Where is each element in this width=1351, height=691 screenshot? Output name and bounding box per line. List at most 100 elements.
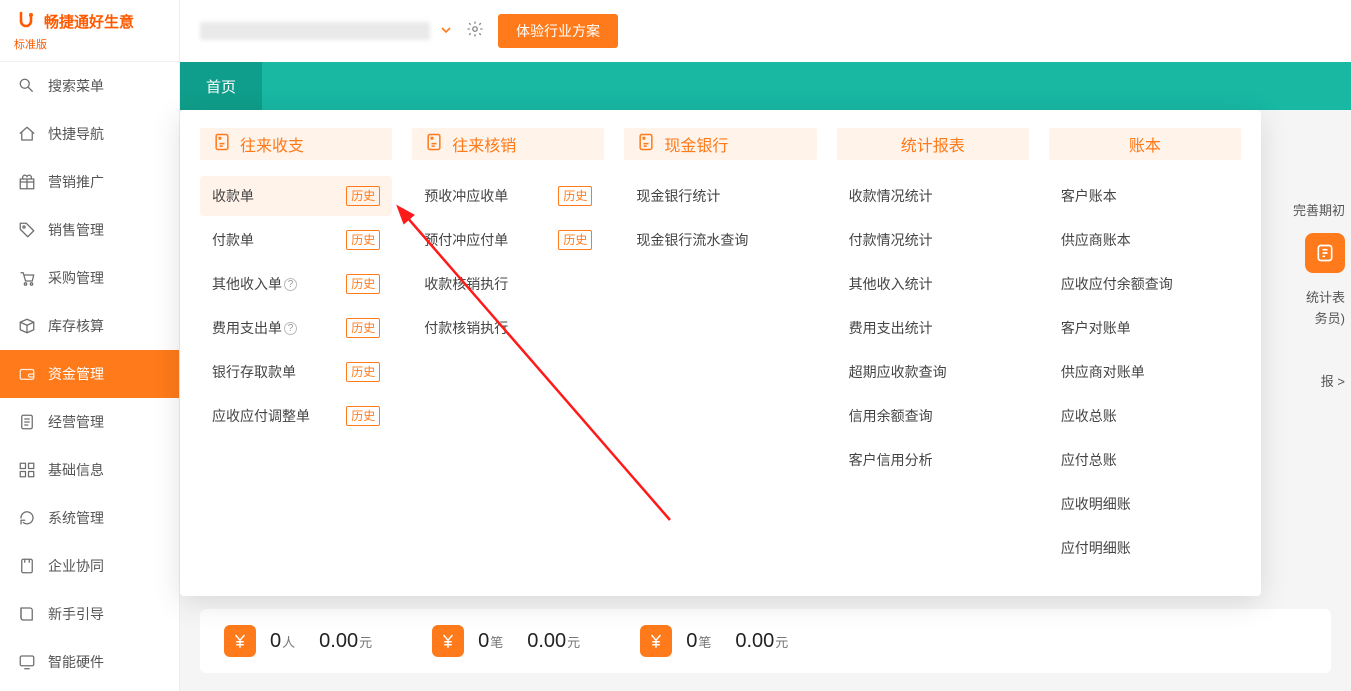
sidebar-item-quicknav[interactable]: 快捷导航 — [0, 110, 179, 158]
gift-icon — [18, 173, 36, 191]
stat-amount: 0.00元 — [319, 630, 372, 653]
peek-text: 完善期初 — [1293, 200, 1345, 219]
help-icon[interactable]: ? — [284, 322, 297, 335]
menu-item[interactable]: 供应商对账单 — [1049, 352, 1241, 392]
menu-item[interactable]: 费用支出单? 历史 — [200, 308, 392, 348]
doc-icon — [424, 132, 444, 157]
menu-item-label: 付款情况统计 — [849, 230, 933, 250]
menu-item-label: 收款核销执行 — [424, 274, 508, 294]
sidebar-item-fund[interactable]: 资金管理 — [0, 350, 179, 398]
menu-item[interactable]: 现金银行流水查询 — [624, 220, 816, 260]
history-tag[interactable]: 历史 — [346, 362, 380, 382]
menu-item[interactable]: 客户信用分析 — [837, 440, 1029, 480]
sidebar-item-search[interactable]: 搜索菜单 — [0, 62, 179, 110]
menu-item[interactable]: 应付明细账 — [1049, 528, 1241, 568]
brand-block: 畅捷通好生意 标准版 — [0, 0, 179, 62]
menu-item-label: 费用支出统计 — [849, 318, 933, 338]
stat-card: 0人0.00元 — [224, 625, 372, 657]
menu-item[interactable]: 其他收入统计 — [837, 264, 1029, 304]
menu-item-label: 应付总账 — [1061, 450, 1117, 470]
flyout-col-header: 统计报表 — [837, 128, 1029, 160]
brand-logo-icon — [14, 10, 38, 34]
menu-item-label: 费用支出单 — [212, 318, 282, 338]
tab-strip: 首页 — [180, 62, 1351, 110]
menu-item[interactable]: 收款核销执行 — [412, 264, 604, 304]
sidebar: 畅捷通好生意 标准版 搜索菜单快捷导航营销推广销售管理采购管理库存核算资金管理经… — [0, 0, 180, 691]
sidebar-item-sales[interactable]: 销售管理 — [0, 206, 179, 254]
flyout-col-header: 往来收支 — [200, 128, 392, 160]
tag-icon — [18, 221, 36, 239]
menu-item[interactable]: 应收应付调整单历史 — [200, 396, 392, 436]
menu-item-label: 收款单 — [212, 186, 254, 206]
report-icon[interactable] — [1305, 233, 1345, 273]
menu-item[interactable]: 付款核销执行 — [412, 308, 604, 348]
peek-text: 务员) — [1315, 308, 1345, 327]
stat-count: 0笔 — [478, 630, 503, 653]
history-tag[interactable]: 历史 — [346, 230, 380, 250]
search-icon — [18, 77, 36, 95]
wallet-icon — [18, 365, 36, 383]
menu-item-label: 信用余额查询 — [849, 406, 933, 426]
menu-item[interactable]: 应付总账 — [1049, 440, 1241, 480]
sidebar-item-coop[interactable]: 企业协同 — [0, 542, 179, 590]
sidebar-item-label: 智能硬件 — [48, 652, 104, 672]
sidebar-item-biz[interactable]: 经营管理 — [0, 398, 179, 446]
yuan-icon — [640, 625, 672, 657]
flyout-col: 往来核销预收冲应收单历史预付冲应付单历史收款核销执行付款核销执行 — [402, 128, 614, 568]
sidebar-item-hw[interactable]: 智能硬件 — [0, 638, 179, 686]
box-icon — [18, 317, 36, 335]
sidebar-item-promo[interactable]: 营销推广 — [0, 158, 179, 206]
menu-item[interactable]: 供应商账本 — [1049, 220, 1241, 260]
flyout-col-header: 账本 — [1049, 128, 1241, 160]
menu-item[interactable]: 预付冲应付单历史 — [412, 220, 604, 260]
history-tag[interactable]: 历史 — [346, 186, 380, 206]
history-tag[interactable]: 历史 — [346, 274, 380, 294]
gear-icon[interactable] — [466, 20, 484, 43]
help-icon[interactable]: ? — [284, 278, 297, 291]
flyout-col-header: 现金银行 — [624, 128, 816, 160]
peek-text[interactable]: 报 > — [1321, 371, 1345, 390]
stat-amount: 0.00元 — [735, 630, 788, 653]
menu-item[interactable]: 应收总账 — [1049, 396, 1241, 436]
tab-home[interactable]: 首页 — [180, 62, 262, 110]
history-tag[interactable]: 历史 — [346, 318, 380, 338]
menu-item[interactable]: 银行存取款单 历史 — [200, 352, 392, 392]
sidebar-item-guide[interactable]: 新手引导 — [0, 590, 179, 638]
menu-item[interactable]: 现金银行统计 — [624, 176, 816, 216]
sidebar-item-label: 资金管理 — [48, 364, 104, 384]
menu-item[interactable]: 收款单 历史 — [200, 176, 392, 216]
menu-item[interactable]: 信用余额查询 — [837, 396, 1029, 436]
sidebar-item-purchase[interactable]: 采购管理 — [0, 254, 179, 302]
menu-item-label: 客户账本 — [1061, 186, 1117, 206]
menu-item[interactable]: 其他收入单?历史 — [200, 264, 392, 304]
industry-plan-button[interactable]: 体验行业方案 — [498, 14, 618, 48]
history-tag[interactable]: 历史 — [346, 406, 380, 426]
history-tag[interactable]: 历史 — [558, 186, 592, 206]
menu-item[interactable]: 收款情况统计 — [837, 176, 1029, 216]
menu-item-label: 收款情况统计 — [849, 186, 933, 206]
tenant-switcher[interactable] — [200, 22, 452, 40]
menu-item-label: 应收应付余额查询 — [1061, 274, 1173, 294]
brand-name: 畅捷通好生意 — [44, 11, 134, 32]
brand-edition: 标准版 — [14, 36, 165, 52]
sidebar-item-sys[interactable]: 系统管理 — [0, 494, 179, 542]
menu-item[interactable]: 应收明细账 — [1049, 484, 1241, 524]
sidebar-item-stock[interactable]: 库存核算 — [0, 302, 179, 350]
menu-item-label: 供应商账本 — [1061, 230, 1131, 250]
menu-item-label: 银行存取款单 — [212, 362, 296, 382]
menu-item[interactable]: 应收应付余额查询 — [1049, 264, 1241, 304]
history-tag[interactable]: 历史 — [558, 230, 592, 250]
menu-item[interactable]: 付款情况统计 — [837, 220, 1029, 260]
note-icon — [18, 557, 36, 575]
menu-item[interactable]: 客户账本 — [1049, 176, 1241, 216]
menu-item[interactable]: 客户对账单 — [1049, 308, 1241, 348]
menu-item[interactable]: 付款单历史 — [200, 220, 392, 260]
menu-item[interactable]: 费用支出统计 — [837, 308, 1029, 348]
menu-item[interactable]: 超期应收款查询 — [837, 352, 1029, 392]
menu-item[interactable]: 预收冲应收单历史 — [412, 176, 604, 216]
menu-item-label: 应收总账 — [1061, 406, 1117, 426]
menu-item-label: 应收明细账 — [1061, 494, 1131, 514]
yuan-icon — [224, 625, 256, 657]
sidebar-item-base[interactable]: 基础信息 — [0, 446, 179, 494]
sidebar-item-label: 营销推广 — [48, 172, 104, 192]
